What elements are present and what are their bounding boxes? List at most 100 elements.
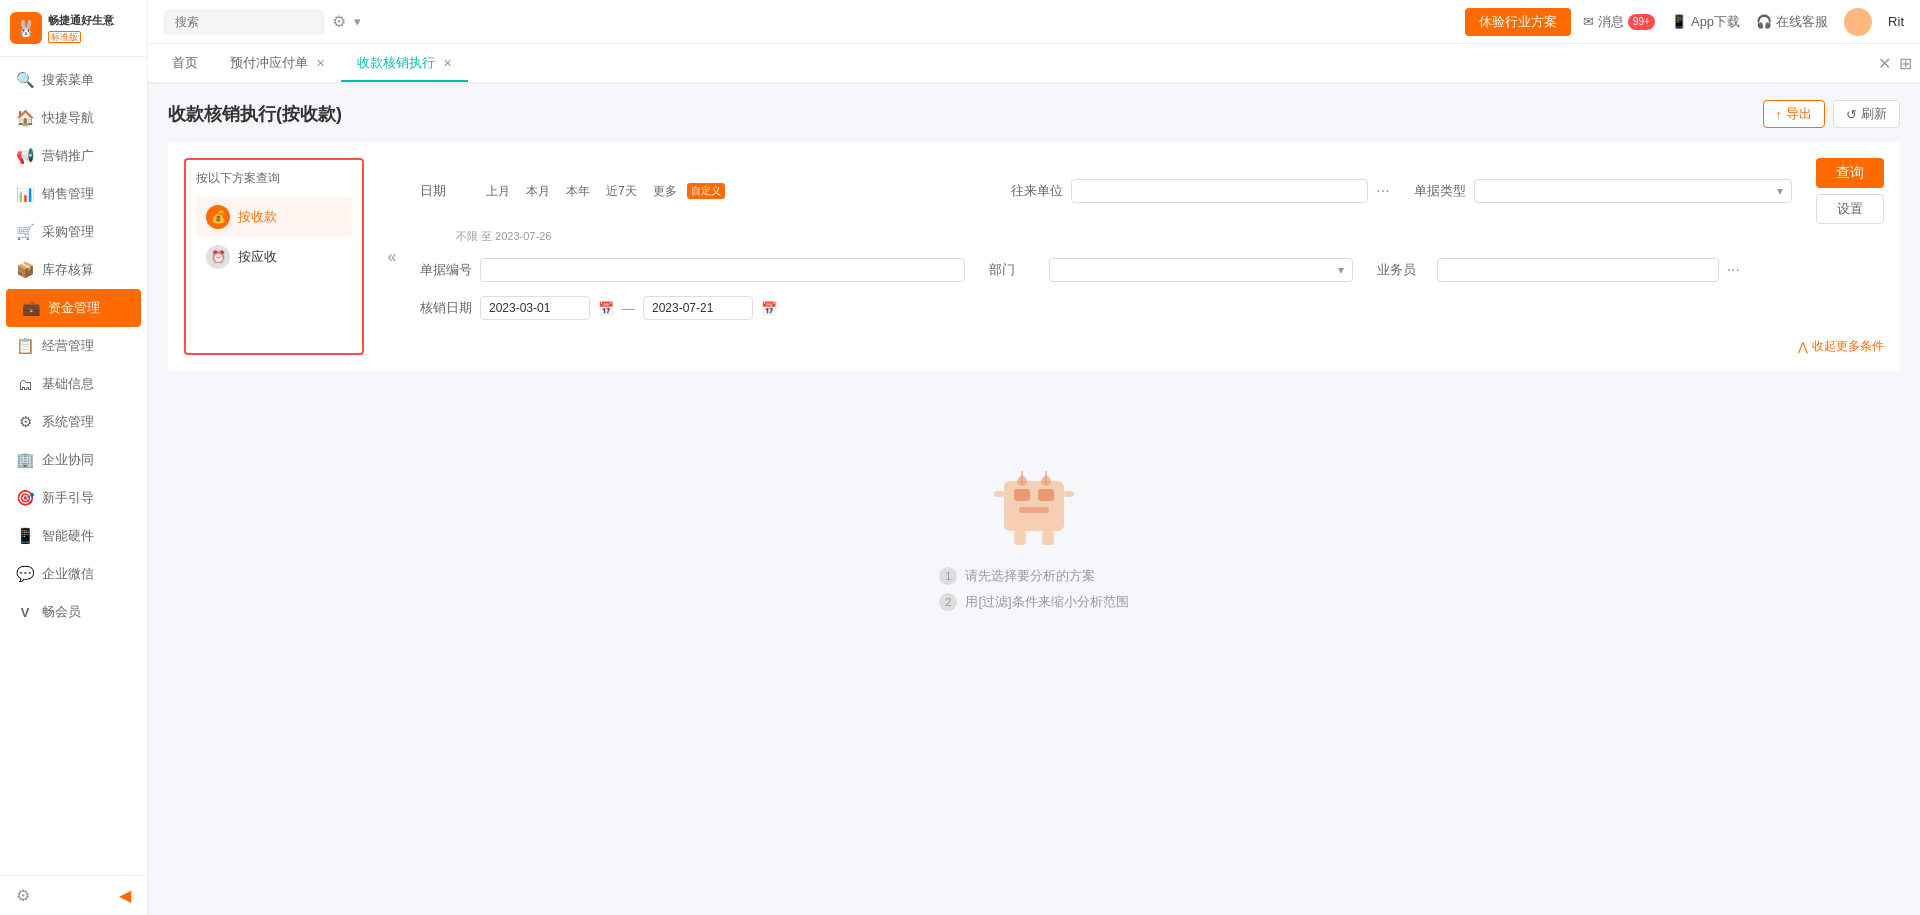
empty-hint-2: 2 用[过滤]条件来缩小分析范围 bbox=[939, 593, 1128, 611]
filter-row-1: 日期 上月 本月 本年 近7天 更多 自定义 往来单位 ··· bbox=[420, 158, 1884, 224]
sidebar-footer: ⚙ ◀ bbox=[0, 875, 147, 915]
sidebar-item-guide[interactable]: 🎯 新手引导 bbox=[0, 479, 147, 517]
date-btn-custom[interactable]: 自定义 bbox=[687, 183, 725, 199]
sidebar-item-enterprise[interactable]: 🏢 企业协同 bbox=[0, 441, 147, 479]
verify-date-end-input[interactable] bbox=[643, 296, 753, 320]
doctype-select[interactable]: ▾ bbox=[1474, 179, 1792, 203]
folder-icon: 🗂 bbox=[16, 376, 34, 393]
filter-row-3: 核销日期 📅 — 📅 bbox=[420, 296, 1884, 320]
page-content: 收款核销执行(按收款) ↑ 导出 ↺ 刷新 按以下方案查询 💰 按收款 bbox=[148, 84, 1920, 915]
salesperson-dots-icon[interactable]: ··· bbox=[1727, 261, 1740, 279]
calendar-start-icon[interactable]: 📅 bbox=[598, 301, 614, 316]
receipt-icon: 💰 bbox=[206, 205, 230, 229]
user-avatar[interactable] bbox=[1844, 8, 1872, 36]
online-service-item[interactable]: 🎧 在线客服 bbox=[1756, 13, 1828, 31]
filter-group-salesperson: 业务员 ··· bbox=[1377, 258, 1740, 282]
partner-label: 往来单位 bbox=[1011, 182, 1063, 200]
message-badge: 99+ bbox=[1628, 14, 1655, 30]
filter-option-receipt[interactable]: 💰 按收款 bbox=[196, 197, 352, 237]
hint-num-2: 2 bbox=[939, 593, 957, 611]
doctype-arrow-icon: ▾ bbox=[1777, 184, 1783, 198]
collapse-button[interactable]: ⋀ 收起更多条件 bbox=[1798, 338, 1884, 355]
hint-num-1: 1 bbox=[939, 567, 957, 585]
filter-row-2: 单据编号 部门 ▾ 业务员 ··· bbox=[420, 258, 1884, 282]
date-btn-more[interactable]: 更多 bbox=[647, 181, 683, 202]
dept-arrow-icon: ▾ bbox=[1338, 263, 1344, 277]
tab-close-receivable[interactable]: ✕ bbox=[443, 57, 452, 70]
filter-group-docno: 单据编号 bbox=[420, 258, 965, 282]
logo-text: 畅捷通好生意 标准版 bbox=[48, 13, 114, 44]
tab-receivable[interactable]: 收款核销执行 ✕ bbox=[341, 46, 468, 82]
date-btn-last-month[interactable]: 上月 bbox=[480, 181, 516, 202]
sidebar-item-hardware[interactable]: 📱 智能硬件 bbox=[0, 517, 147, 555]
refresh-icon: ↺ bbox=[1846, 107, 1857, 122]
page-actions: ↑ 导出 ↺ 刷新 bbox=[1763, 100, 1901, 128]
sidebar-item-sales[interactable]: 📊 销售管理 bbox=[0, 175, 147, 213]
megaphone-icon: 📢 bbox=[16, 147, 34, 165]
message-icon: ✉ bbox=[1583, 14, 1594, 29]
tab-close-all-icon[interactable]: ✕ bbox=[1878, 54, 1891, 73]
filter-left-panel: 按以下方案查询 💰 按收款 ⏰ 按应收 bbox=[184, 158, 364, 355]
partner-input[interactable] bbox=[1071, 179, 1368, 203]
date-btn-this-year[interactable]: 本年 bbox=[560, 181, 596, 202]
sidebar-item-search[interactable]: 🔍 搜索菜单 bbox=[0, 61, 147, 99]
dept-select[interactable]: ▾ bbox=[1049, 258, 1352, 282]
filter-left-title: 按以下方案查询 bbox=[196, 170, 352, 187]
empty-hint-1: 1 请先选择要分析的方案 bbox=[939, 567, 1128, 585]
salesperson-input[interactable] bbox=[1437, 258, 1719, 282]
footer-collapse-icon[interactable]: ◀ bbox=[119, 886, 131, 905]
solution-button[interactable]: 休验行业方案 bbox=[1465, 8, 1571, 36]
sidebar-item-finance[interactable]: 💼 资金管理 bbox=[6, 289, 141, 327]
chat-icon: 💬 bbox=[16, 565, 34, 583]
sidebar-item-shortcut[interactable]: 🏠 快捷导航 bbox=[0, 99, 147, 137]
logo-area: 🐰 畅捷通好生意 标准版 bbox=[0, 0, 147, 57]
date-label: 日期 bbox=[420, 182, 472, 200]
app-download-item[interactable]: 📱 App下载 bbox=[1671, 13, 1740, 31]
svg-rect-7 bbox=[1042, 531, 1054, 545]
tab-bar-right: ✕ ⊞ bbox=[1878, 54, 1912, 73]
sidebar-item-system[interactable]: ⚙ 系统管理 bbox=[0, 403, 147, 441]
footer-settings-icon[interactable]: ⚙ bbox=[16, 886, 30, 905]
empty-illustration bbox=[974, 451, 1094, 551]
header-search-input[interactable] bbox=[164, 10, 324, 34]
filter-toggle-btn[interactable]: « bbox=[380, 158, 404, 355]
box-icon: 📦 bbox=[16, 261, 34, 279]
logo-icon: 🐰 bbox=[10, 12, 42, 44]
verify-date-start-input[interactable] bbox=[480, 296, 590, 320]
export-button[interactable]: ↑ 导出 bbox=[1763, 100, 1826, 128]
collapse-icon: ⋀ bbox=[1798, 340, 1808, 354]
message-item[interactable]: ✉ 消息 99+ bbox=[1583, 13, 1655, 31]
query-button[interactable]: 查询 bbox=[1816, 158, 1884, 188]
filter-option-receivable[interactable]: ⏰ 按应收 bbox=[196, 237, 352, 277]
date-btn-7days[interactable]: 近7天 bbox=[600, 181, 643, 202]
header-gear-icon[interactable]: ⚙ bbox=[332, 12, 346, 31]
empty-hints: 1 请先选择要分析的方案 2 用[过滤]条件来缩小分析范围 bbox=[939, 567, 1128, 611]
sidebar-item-operations[interactable]: 📋 经营管理 bbox=[0, 327, 147, 365]
partner-dots-icon[interactable]: ··· bbox=[1376, 182, 1389, 200]
tab-prepay[interactable]: 预付冲应付单 ✕ bbox=[214, 46, 341, 82]
settings-button[interactable]: 设置 bbox=[1816, 194, 1884, 224]
header-dropdown-icon[interactable]: ▾ bbox=[354, 14, 361, 29]
sidebar-item-purchase[interactable]: 🛒 采购管理 bbox=[0, 213, 147, 251]
user-name: Rit bbox=[1888, 14, 1904, 29]
tab-close-prepay[interactable]: ✕ bbox=[316, 57, 325, 70]
sidebar-item-marketing[interactable]: 📢 营销推广 bbox=[0, 137, 147, 175]
tab-home[interactable]: 首页 bbox=[156, 46, 214, 82]
date-btn-this-month[interactable]: 本月 bbox=[520, 181, 556, 202]
docno-input[interactable] bbox=[480, 258, 965, 282]
sidebar-item-inventory[interactable]: 📦 库存核算 bbox=[0, 251, 147, 289]
svg-rect-2 bbox=[1038, 489, 1054, 501]
calendar-end-icon[interactable]: 📅 bbox=[761, 301, 777, 316]
sidebar-item-basic[interactable]: 🗂 基础信息 bbox=[0, 365, 147, 403]
empty-state: 1 请先选择要分析的方案 2 用[过滤]条件来缩小分析范围 bbox=[168, 371, 1900, 691]
filter-action-btns: 查询 设置 bbox=[1816, 158, 1884, 224]
refresh-button[interactable]: ↺ 刷新 bbox=[1833, 100, 1900, 128]
tab-maximize-icon[interactable]: ⊞ bbox=[1899, 54, 1912, 73]
phone-icon: 📱 bbox=[1671, 14, 1687, 29]
collapse-bar: ⋀ 收起更多条件 bbox=[420, 338, 1884, 355]
filter-group-dept: 部门 ▾ bbox=[989, 258, 1352, 282]
sidebar-item-wechat[interactable]: 💬 企业微信 bbox=[0, 555, 147, 593]
svg-rect-10 bbox=[1021, 471, 1023, 483]
sidebar-nav: 🔍 搜索菜单 🏠 快捷导航 📢 营销推广 📊 销售管理 🛒 采购管理 📦 库存核… bbox=[0, 57, 147, 875]
sidebar-item-member[interactable]: V 畅会员 bbox=[0, 593, 147, 631]
